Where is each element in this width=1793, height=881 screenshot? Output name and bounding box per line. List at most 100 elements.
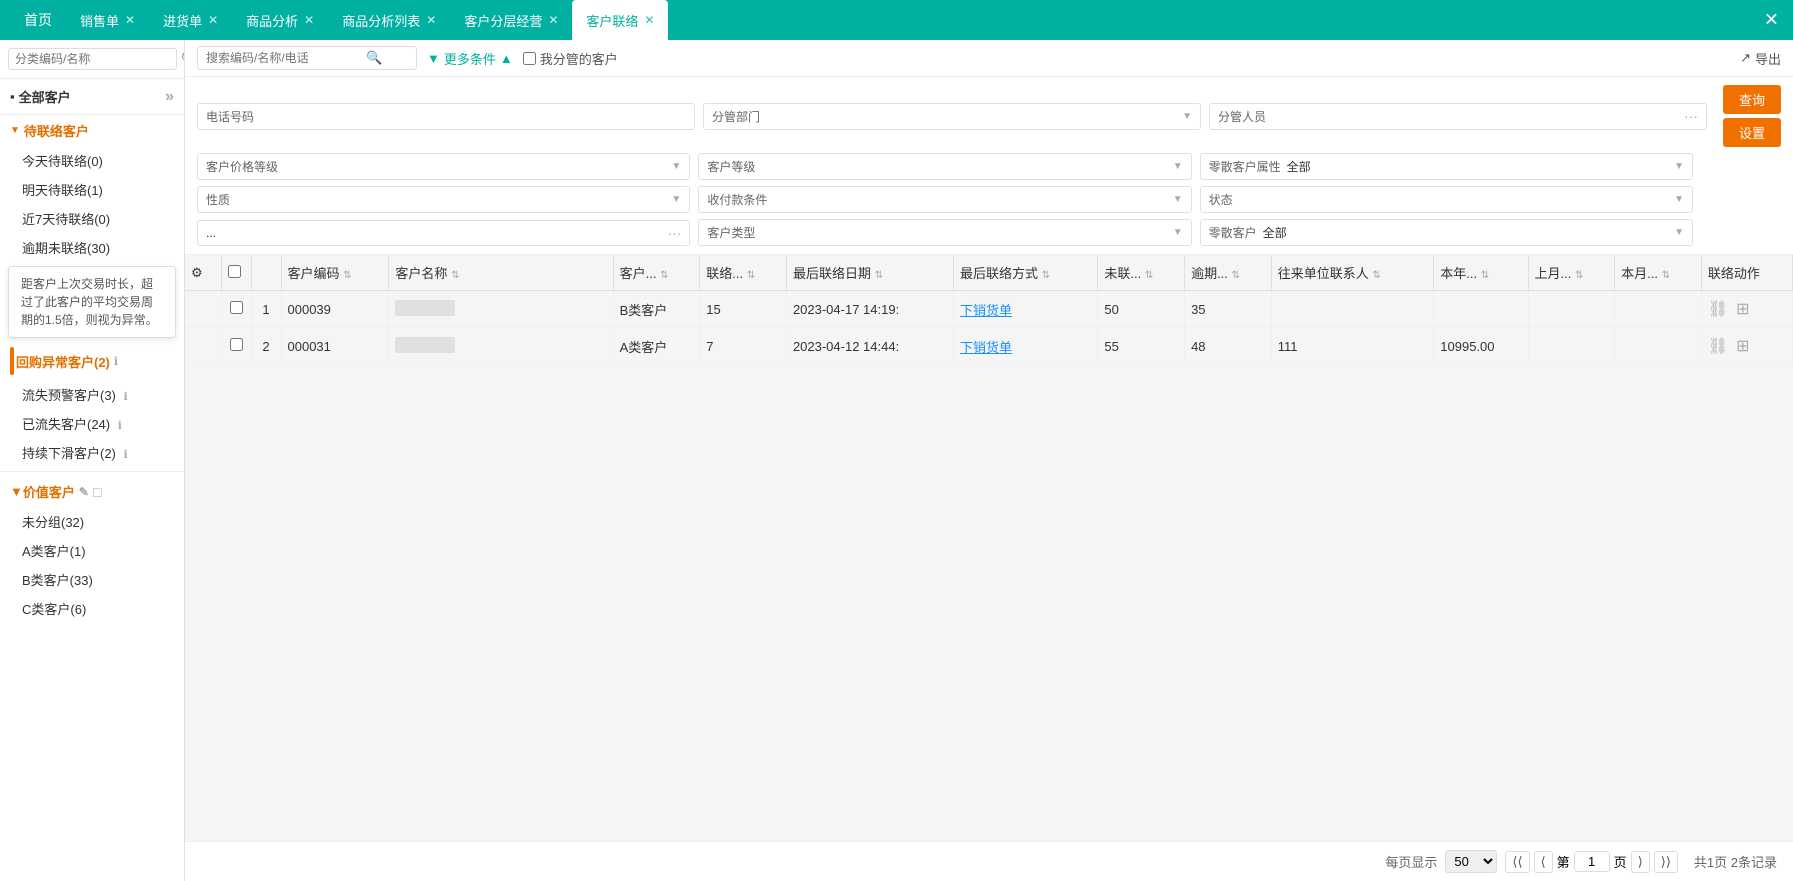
info-icon-repurchase[interactable]: ℹ — [114, 355, 118, 368]
nav-customer-segment[interactable]: 客户分层经营 ✕ — [450, 0, 572, 40]
col-last-month[interactable]: 上月... ⇅ — [1528, 255, 1615, 291]
sidebar-item-7days[interactable]: 近7天待联络(0) — [0, 204, 184, 233]
sidebar-group-pending[interactable]: ▼ 待联络客户 — [0, 115, 184, 146]
nav-customer-contact[interactable]: 客户联络 ✕ — [572, 0, 668, 40]
col-last-way[interactable]: 最后联络方式 ⇅ — [954, 255, 1098, 291]
row1-link-icon[interactable]: ⛓ — [1708, 299, 1728, 319]
row1-select[interactable] — [230, 301, 243, 314]
more-conditions-btn[interactable]: ▼ 更多条件 ▲ — [427, 49, 513, 68]
next-page-btn[interactable]: ⟩ — [1631, 851, 1650, 873]
value-group-add-icon[interactable]: □ — [93, 484, 101, 500]
col-contact[interactable]: 联络... ⇅ — [700, 255, 787, 291]
sidebar-collapse-icon[interactable]: » — [165, 88, 174, 106]
row1-last-way[interactable]: 下销货单 — [954, 291, 1098, 328]
sidebar-item-lost[interactable]: 已流失客户(24) ℹ — [0, 409, 184, 438]
sort-uncontacted-icon: ⇅ — [1145, 270, 1153, 281]
close-segment-tab[interactable]: ✕ — [548, 13, 558, 27]
sidebar-special-item-repurchase[interactable]: 回购异常客户(2) ℹ — [0, 342, 184, 380]
settings-button[interactable]: 设置 — [1723, 118, 1781, 147]
price-level-label: 客户价格等级 — [206, 158, 278, 175]
sidebar-item-declining[interactable]: 持续下滑客户(2) ℹ — [0, 438, 184, 467]
close-sales-tab[interactable]: ✕ — [125, 13, 135, 27]
retail-attr-field[interactable]: 零散客户属性 全部 ▼ — [1200, 153, 1693, 180]
sidebar-item-a-class[interactable]: A类客户(1) — [0, 536, 184, 565]
row2-settings — [185, 328, 221, 365]
payment-field[interactable]: 收付款条件 ▼ — [698, 186, 1191, 213]
col-last-date[interactable]: 最后联络日期 ⇅ — [786, 255, 953, 291]
sidebar-item-c-class[interactable]: C类客户(6) — [0, 594, 184, 623]
query-button[interactable]: 查询 — [1723, 85, 1781, 114]
retail-attr-label: 零散客户属性 — [1209, 158, 1281, 175]
info-icon-declining: ℹ — [124, 449, 128, 461]
retail-field[interactable]: 零散客户 全部 ▼ — [1200, 219, 1693, 246]
first-page-btn[interactable]: ⟨⟨ — [1505, 851, 1529, 873]
phone-field[interactable]: 电话号码 — [197, 103, 695, 130]
page-navigation: ⟨⟨ ⟨ 第 页 ⟩ ⟩⟩ — [1505, 851, 1678, 873]
value-group-edit-icon[interactable]: ✎ — [79, 485, 89, 499]
main-search-input[interactable] — [206, 51, 366, 65]
extra-value: ... — [206, 226, 667, 240]
col-name[interactable]: 客户名称 ⇅ — [389, 255, 613, 291]
close-goods-analysis-tab[interactable]: ✕ — [304, 13, 314, 27]
nav-goods-analysis-list[interactable]: 商品分析列表 ✕ — [328, 0, 450, 40]
extra-ellipsis-icon[interactable]: ··· — [667, 225, 681, 241]
sidebar-item-churn-warning[interactable]: 流失预警客户(3) ℹ — [0, 380, 184, 409]
filter-row-4: ... ··· 客户类型 ▼ 零散客户 全部 ▼ — [197, 219, 1781, 246]
customer-level-field[interactable]: 客户等级 ▼ — [698, 153, 1191, 180]
nav-sales[interactable]: 销售单 ✕ — [66, 0, 149, 40]
gender-field[interactable]: 性质 ▼ — [197, 186, 690, 213]
sidebar-item-today[interactable]: 今天待联络(0) — [0, 146, 184, 175]
col-code[interactable]: 客户编码 ⇅ — [281, 255, 389, 291]
prev-page-btn[interactable]: ⟨ — [1534, 851, 1553, 873]
close-purchase-tab[interactable]: ✕ — [208, 13, 218, 27]
export-button[interactable]: ↗ 导出 — [1740, 49, 1781, 68]
dept-field[interactable]: 分管部门 ▼ — [703, 103, 1201, 130]
row2-grid-icon[interactable]: ⊞ — [1736, 336, 1749, 356]
per-page-select[interactable]: 50 10 20 100 — [1445, 850, 1497, 873]
sidebar-search-input[interactable] — [8, 48, 177, 70]
extra-field[interactable]: ... ··· — [197, 220, 690, 246]
price-level-field[interactable]: 客户价格等级 ▼ — [197, 153, 690, 180]
col-this-month[interactable]: 本月... ⇅ — [1615, 255, 1702, 291]
nav-home[interactable]: 首页 — [10, 0, 66, 40]
col-type[interactable]: 客户... ⇅ — [613, 255, 700, 291]
phone-label: 电话号码 — [206, 108, 254, 125]
row2-last-way[interactable]: 下销货单 — [954, 328, 1098, 365]
main-search-icon[interactable]: 🔍 — [366, 50, 382, 66]
status-field[interactable]: 状态 ▼ — [1200, 186, 1693, 213]
row2-overdue: 48 — [1185, 328, 1272, 365]
close-all-icon[interactable]: ✕ — [1764, 10, 1779, 31]
row2-select[interactable] — [230, 338, 243, 351]
customer-level-arrow-icon: ▼ — [1173, 161, 1183, 172]
select-all-checkbox[interactable] — [228, 265, 241, 278]
person-ellipsis-icon[interactable]: ··· — [1684, 108, 1698, 124]
close-goods-list-tab[interactable]: ✕ — [426, 13, 436, 27]
col-settings[interactable]: ⚙ — [185, 255, 221, 291]
col-unit-contact[interactable]: 往来单位联系人 ⇅ — [1271, 255, 1434, 291]
col-this-year[interactable]: 本年... ⇅ — [1434, 255, 1528, 291]
row2-last-way-link[interactable]: 下销货单 — [960, 340, 1012, 355]
nav-purchase[interactable]: 进货单 ✕ — [149, 0, 232, 40]
row1-action-icons: ⛓ ⊞ — [1708, 299, 1786, 319]
sidebar-item-b-class[interactable]: B类客户(33) — [0, 565, 184, 594]
row1-last-way-link[interactable]: 下销货单 — [960, 303, 1012, 318]
sidebar-item-overdue[interactable]: 逾期未联络(30) — [0, 233, 184, 262]
last-page-btn[interactable]: ⟩⟩ — [1654, 851, 1678, 873]
my-customers-checkbox-label: 我分管的客户 — [523, 49, 618, 68]
col-overdue[interactable]: 逾期... ⇅ — [1185, 255, 1272, 291]
col-uncontacted[interactable]: 未联... ⇅ — [1098, 255, 1185, 291]
content-area: 🔍 ▼ 更多条件 ▲ 我分管的客户 ↗ 导出 电话号码 — [185, 40, 1793, 881]
close-contact-tab[interactable]: ✕ — [644, 13, 654, 27]
sidebar-item-ungrouped[interactable]: 未分组(32) — [0, 507, 184, 536]
sidebar-value-group[interactable]: ▼ 价值客户 ✎ □ — [0, 476, 184, 507]
person-field[interactable]: 分管人员 ··· — [1209, 103, 1707, 130]
sidebar-item-tomorrow[interactable]: 明天待联络(1) — [0, 175, 184, 204]
sort-tmonth-icon: ⇅ — [1662, 270, 1670, 281]
nav-goods-analysis[interactable]: 商品分析 ✕ — [232, 0, 328, 40]
customer-type-arrow-icon: ▼ — [1173, 227, 1183, 238]
row2-link-icon[interactable]: ⛓ — [1708, 336, 1728, 356]
current-page-input[interactable] — [1574, 851, 1610, 872]
customer-type-field[interactable]: 客户类型 ▼ — [698, 219, 1191, 246]
row1-grid-icon[interactable]: ⊞ — [1736, 299, 1749, 319]
my-customers-checkbox[interactable] — [523, 52, 536, 65]
